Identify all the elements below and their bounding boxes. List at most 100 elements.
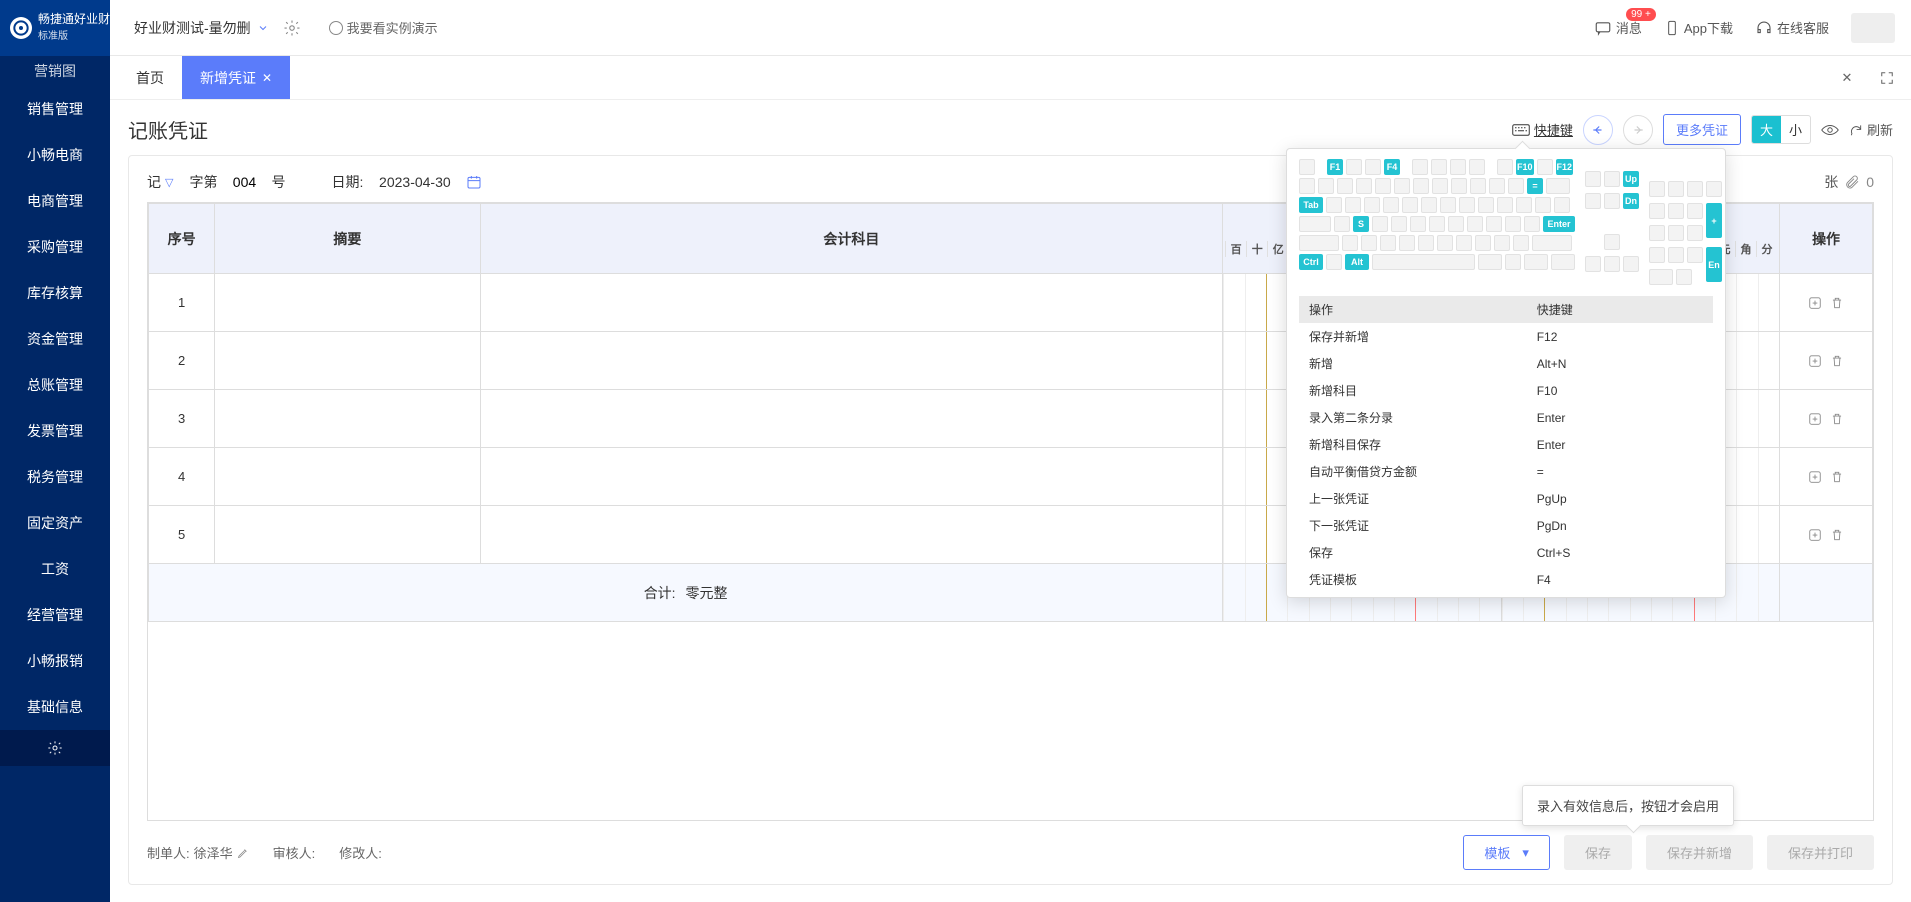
delete-row-icon[interactable] xyxy=(1830,354,1844,368)
sidebar-item[interactable]: 发票管理 xyxy=(0,408,110,454)
sidebar-item-label: 采购管理 xyxy=(27,237,83,257)
brand-logo: 畅捷通好业财 标准版 xyxy=(0,0,110,56)
row-actions xyxy=(1780,390,1873,448)
calendar-icon[interactable] xyxy=(466,174,482,190)
tab-new-voucher[interactable]: 新增凭证 ✕ xyxy=(182,56,290,99)
sidebar-settings[interactable] xyxy=(0,730,110,766)
sidebar-item[interactable]: 库存核算 xyxy=(0,270,110,316)
key-ctrl: Ctrl xyxy=(1299,254,1323,270)
sidebar-item[interactable]: 税务管理 xyxy=(0,454,110,500)
sidebar-item-label: 工资 xyxy=(41,559,69,579)
shortcut-row: 上一张凭证PgUp xyxy=(1299,485,1713,512)
sidebar-item[interactable]: 资金管理 xyxy=(0,316,110,362)
subject-cell[interactable] xyxy=(480,448,1223,506)
summary-cell[interactable] xyxy=(215,506,480,564)
messages-button[interactable]: 消息 99 + xyxy=(1594,18,1642,37)
template-button[interactable]: 模板 ▾ xyxy=(1463,835,1550,870)
row-index: 4 xyxy=(149,448,215,506)
sidebar-item[interactable]: 采购管理 xyxy=(0,224,110,270)
add-row-icon[interactable] xyxy=(1808,296,1822,310)
shortcut-table: 操作 快捷键 保存并新增F12新增Alt+N新增科目F10录入第二条分录Ente… xyxy=(1299,296,1713,593)
summary-cell[interactable] xyxy=(215,390,480,448)
delete-row-icon[interactable] xyxy=(1830,412,1844,426)
voucher-type-select[interactable]: 记 ▽ xyxy=(147,172,173,192)
content-area: 记账凭证 快捷键 更多凭证 大 小 xyxy=(110,100,1911,902)
subject-cell[interactable] xyxy=(480,274,1223,332)
sidebar-item[interactable]: 小畅报销 xyxy=(0,638,110,684)
summary-cell[interactable] xyxy=(215,448,480,506)
delete-row-icon[interactable] xyxy=(1830,296,1844,310)
size-small[interactable]: 小 xyxy=(1781,116,1810,143)
sc-key: PgDn xyxy=(1527,512,1713,539)
sidebar-item[interactable]: 营销图 xyxy=(0,56,110,86)
brand-name: 畅捷通好业财 xyxy=(38,13,110,26)
subject-cell[interactable] xyxy=(480,506,1223,564)
preview-button[interactable] xyxy=(1821,123,1839,137)
edit-maker-icon[interactable] xyxy=(237,847,249,859)
voucher-number-input[interactable] xyxy=(221,174,267,191)
sidebar-item[interactable]: 小畅电商 xyxy=(0,132,110,178)
sidebar-item-label: 经营管理 xyxy=(27,605,83,625)
row-actions xyxy=(1780,448,1873,506)
summary-cell[interactable] xyxy=(215,274,480,332)
col-index: 序号 xyxy=(149,204,215,274)
sidebar-item[interactable]: 工资 xyxy=(0,546,110,592)
delete-row-icon[interactable] xyxy=(1830,470,1844,484)
sc-op: 自动平衡借贷方金额 xyxy=(1299,458,1527,485)
total-cell: 合计: 零元整 xyxy=(149,564,1223,622)
summary-cell[interactable] xyxy=(215,332,480,390)
close-icon[interactable]: ✕ xyxy=(262,71,272,85)
sidebar-item[interactable]: 基础信息 xyxy=(0,684,110,730)
next-voucher-button xyxy=(1623,115,1653,145)
shortcut-button[interactable]: 快捷键 xyxy=(1512,120,1573,139)
row-index: 3 xyxy=(149,390,215,448)
tab-label: 首页 xyxy=(136,68,164,88)
add-row-icon[interactable] xyxy=(1808,528,1822,542)
key-equals: = xyxy=(1527,178,1543,194)
sidebar-item[interactable]: 销售管理 xyxy=(0,86,110,132)
org-selector[interactable]: 好业财测试-量勿删 xyxy=(134,18,269,38)
sidebar-item[interactable]: 电商管理 xyxy=(0,178,110,224)
sidebar-item-label: 固定资产 xyxy=(27,513,83,533)
attachment-icon[interactable] xyxy=(1844,174,1860,190)
support-button[interactable]: 在线客服 xyxy=(1755,18,1829,37)
size-big[interactable]: 大 xyxy=(1752,116,1781,143)
total-text: 零元整 xyxy=(685,585,727,601)
col-summary: 摘要 xyxy=(215,204,480,274)
add-row-icon[interactable] xyxy=(1808,470,1822,484)
total-label: 合计: xyxy=(644,585,676,601)
add-row-icon[interactable] xyxy=(1808,354,1822,368)
voucher-date-input[interactable] xyxy=(367,174,462,191)
app-download-button[interactable]: App下载 xyxy=(1664,18,1733,37)
user-avatar[interactable] xyxy=(1851,13,1895,43)
headset-icon xyxy=(1755,19,1773,37)
messages-badge: 99 + xyxy=(1626,8,1656,21)
sidebar-item-label: 总账管理 xyxy=(27,375,83,395)
row-actions xyxy=(1780,274,1873,332)
maker-name: 徐泽华 xyxy=(194,843,233,862)
sidebar-item[interactable]: 总账管理 xyxy=(0,362,110,408)
key-pgup: Up xyxy=(1623,171,1639,187)
delete-row-icon[interactable] xyxy=(1830,528,1844,542)
refresh-button[interactable]: 刷新 xyxy=(1849,120,1893,139)
keyboard-visual: F1 F4 F10 F12 = Tab xyxy=(1299,159,1713,288)
subject-cell[interactable] xyxy=(480,390,1223,448)
refresh-icon xyxy=(1849,123,1863,137)
add-row-icon[interactable] xyxy=(1808,412,1822,426)
close-all-button[interactable]: ✕ xyxy=(1833,64,1861,92)
sidebar-item[interactable]: 固定资产 xyxy=(0,500,110,546)
subject-cell[interactable] xyxy=(480,332,1223,390)
chat-icon xyxy=(1594,19,1612,37)
sc-key: = xyxy=(1527,458,1713,485)
save-tooltip: 录入有效信息后，按钮才会启用 xyxy=(1522,785,1734,826)
more-voucher-button[interactable]: 更多凭证 xyxy=(1663,114,1741,145)
sc-op: 新增科目保存 xyxy=(1299,431,1527,458)
sidebar-item[interactable]: 经营管理 xyxy=(0,592,110,638)
fullscreen-button[interactable] xyxy=(1873,64,1901,92)
sc-key: Alt+N xyxy=(1527,350,1713,377)
tab-home[interactable]: 首页 xyxy=(118,56,182,99)
settings-icon[interactable] xyxy=(283,19,301,37)
sidebar-item-label: 基础信息 xyxy=(27,697,83,717)
demo-link[interactable]: 我要看实例演示 xyxy=(329,18,438,37)
prev-voucher-button[interactable] xyxy=(1583,115,1613,145)
